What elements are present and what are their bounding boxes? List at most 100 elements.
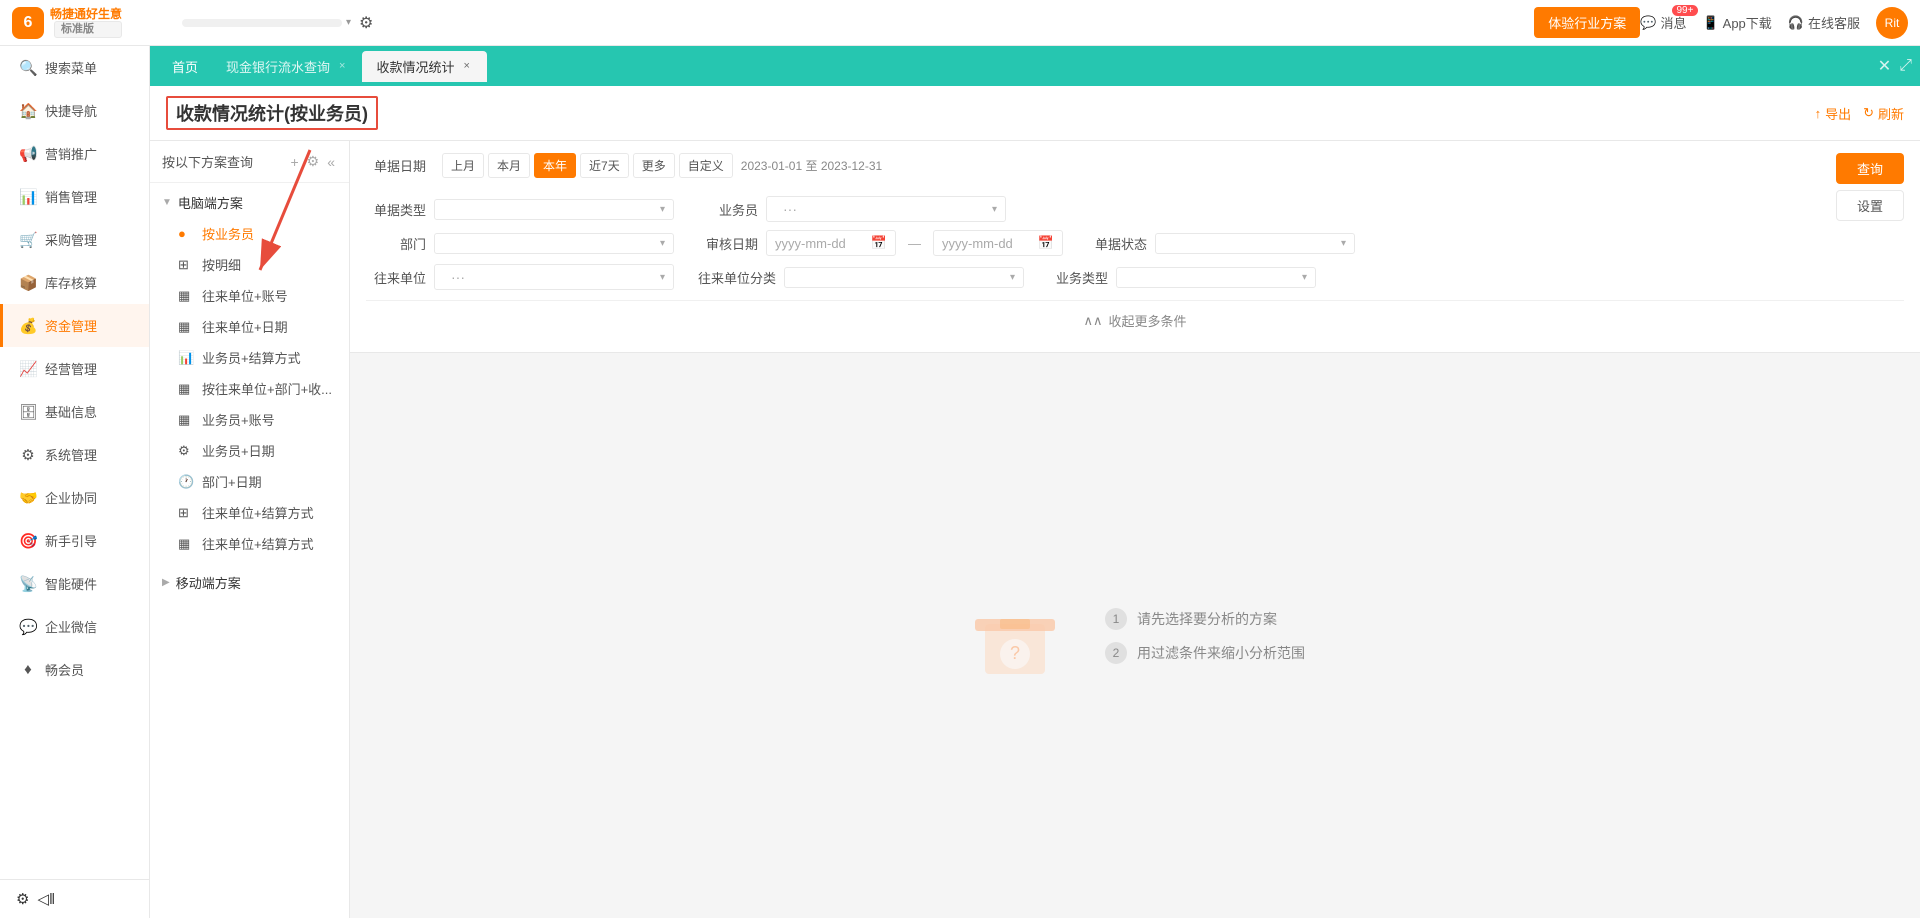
detail-scheme-icon: ⊞: [178, 257, 194, 273]
dept-select[interactable]: ▾: [434, 233, 674, 254]
sidebar-settings-icon[interactable]: ⚙: [16, 890, 29, 908]
scheme-item-unit-settle3[interactable]: ▦ 往来单位+结算方式: [150, 528, 349, 559]
sidebar-label-quick-nav: 快捷导航: [45, 101, 97, 120]
review-date-from-input[interactable]: yyyy-mm-dd 📅: [766, 230, 896, 256]
date-btn-7days[interactable]: 近7天: [580, 153, 629, 178]
messages-badge: 99+: [1672, 5, 1699, 16]
sidebar-item-system[interactable]: ⚙ 系统管理: [0, 433, 149, 476]
date-btn-more[interactable]: 更多: [633, 153, 675, 178]
scheme-item-unit-dept-collect[interactable]: ▦ 按往来单位+部门+收...: [150, 373, 349, 404]
sidebar-item-guide[interactable]: 🎯 新手引导: [0, 519, 149, 562]
scheme-item-unit-settle2[interactable]: ⊞ 往来单位+结算方式: [150, 497, 349, 528]
panel-add-icon[interactable]: +: [288, 152, 300, 172]
collapse-btn[interactable]: ∧∧ 收起更多条件: [366, 300, 1904, 340]
sidebar-label-search-menu: 搜索菜单: [45, 58, 97, 77]
date-btn-this-month[interactable]: 本月: [488, 153, 530, 178]
online-support-btn[interactable]: 🎧 在线客服: [1788, 13, 1860, 32]
scheme-item-unit-date[interactable]: ▦ 往来单位+日期: [150, 311, 349, 342]
export-btn[interactable]: ↑ 导出: [1815, 104, 1852, 123]
trial-button[interactable]: 体验行业方案: [1534, 7, 1640, 38]
edition-badge: 标准版: [54, 21, 122, 38]
scheme-item-salesperson-account[interactable]: ▦ 业务员+账号: [150, 404, 349, 435]
sidebar-item-smart-hw[interactable]: 📡 智能硬件: [0, 562, 149, 605]
tab-cash-flow[interactable]: 现金银行流水查询 ×: [212, 51, 362, 82]
tab-home[interactable]: 首页: [158, 51, 212, 82]
window-close-icon[interactable]: ✕: [1878, 56, 1891, 76]
scheme-item-unit-account[interactable]: ▦ 往来单位+账号: [150, 280, 349, 311]
scheme-item-dept-date[interactable]: 🕐 部门+日期: [150, 466, 349, 497]
window-maximize-icon[interactable]: ⤢: [1899, 57, 1912, 75]
step-2-number: 2: [1105, 642, 1127, 664]
date-btn-this-year[interactable]: 本年: [534, 153, 576, 178]
purchase-icon: 🛒: [19, 231, 37, 249]
settings-btn[interactable]: 设置: [1836, 190, 1904, 221]
date-btn-last-month[interactable]: 上月: [442, 153, 484, 178]
doc-status-select[interactable]: ▾: [1155, 233, 1355, 254]
sidebar-item-enterprise[interactable]: 🤝 企业协同: [0, 476, 149, 519]
breadcrumb-dropdown-icon[interactable]: ▾: [346, 17, 351, 28]
review-date-to-calendar-icon[interactable]: 📅: [1038, 235, 1054, 251]
biz-type-select[interactable]: ▾: [1116, 267, 1316, 288]
dept-cell: 部门 ▾: [366, 233, 674, 254]
scheme-item-salesperson-settle[interactable]: 📊 业务员+结算方式: [150, 342, 349, 373]
top-gear-btn[interactable]: ⚙: [355, 9, 377, 37]
date-range-display: 2023-01-01 至 2023-12-31: [741, 157, 882, 174]
query-btn[interactable]: 查询: [1836, 153, 1904, 184]
date-btn-custom[interactable]: 自定义: [679, 153, 733, 178]
salesperson-scheme-icon: ●: [178, 226, 194, 241]
review-date-to-input[interactable]: yyyy-mm-dd 📅: [933, 230, 1063, 256]
sidebar-item-operation[interactable]: 📈 经营管理: [0, 347, 149, 390]
review-date-from-calendar-icon[interactable]: 📅: [871, 235, 887, 251]
sidebar-item-wechat[interactable]: 💬 企业微信: [0, 605, 149, 648]
dept-date-icon: 🕐: [178, 474, 194, 490]
partner-category-select[interactable]: ▾: [784, 267, 1024, 288]
salesperson-more-icon[interactable]: ···: [783, 201, 797, 217]
sidebar-item-finance[interactable]: 💰 资金管理: [0, 304, 149, 347]
scheme-item-by-salesperson[interactable]: ● 按业务员: [150, 218, 349, 249]
top-bar: 6 畅捷通好生意 标准版 ▾ ⚙ 体验行业方案 💬 消息 99+ 📱 App下载…: [0, 0, 1920, 46]
scheme-group-desktop-title[interactable]: ▼ 电脑端方案: [150, 187, 349, 218]
scheme-item-salesperson-date[interactable]: ⚙ 业务员+日期: [150, 435, 349, 466]
panel-settings-icon[interactable]: ⚙: [305, 151, 322, 172]
sidebar-label-system: 系统管理: [45, 445, 97, 464]
brand-name: 畅捷通好生意: [50, 7, 122, 21]
sidebar-item-quick-nav[interactable]: 🏠 快捷导航: [0, 89, 149, 132]
user-avatar[interactable]: Rit: [1876, 7, 1908, 39]
salesperson-select[interactable]: ··· ▾: [766, 196, 1006, 222]
unit-account-label: 往来单位+账号: [202, 286, 288, 305]
tab-collection[interactable]: 收款情况统计 ×: [362, 51, 486, 82]
inventory-icon: 📦: [19, 274, 37, 292]
review-date-dash: —: [904, 236, 925, 251]
tab-bar: 首页 现金银行流水查询 × 收款情况统计 × ✕ ⤢: [150, 46, 1920, 86]
scheme-item-by-detail[interactable]: ⊞ 按明细: [150, 249, 349, 280]
sidebar-item-inventory[interactable]: 📦 库存核算: [0, 261, 149, 304]
review-date-cell: 审核日期 yyyy-mm-dd 📅 — yyyy-mm-dd 📅: [698, 230, 1063, 256]
sidebar-item-purchase[interactable]: 🛒 采购管理: [0, 218, 149, 261]
app-download-btn[interactable]: 📱 App下载: [1702, 13, 1771, 32]
biz-type-cell: 业务类型 ▾: [1048, 267, 1316, 288]
app-logo: 6: [12, 7, 44, 39]
salesperson-settle-icon: 📊: [178, 350, 194, 366]
sidebar-item-search-menu[interactable]: 🔍 搜索菜单: [0, 46, 149, 89]
biz-type-label: 业务类型: [1048, 268, 1108, 287]
detail-scheme-label: 按明细: [202, 255, 241, 274]
panel-collapse-icon[interactable]: «: [325, 152, 337, 172]
tab-cash-flow-close-icon[interactable]: ×: [336, 59, 348, 73]
partner-select[interactable]: ··· ▾: [434, 264, 674, 290]
doc-type-salesperson-row: 单据类型 ▾ 业务员: [366, 196, 1820, 222]
tab-cash-flow-label: 现金银行流水查询: [226, 57, 330, 76]
refresh-btn[interactable]: ↻ 刷新: [1863, 104, 1904, 123]
scheme-group-mobile-title[interactable]: ▶ 移动端方案: [150, 567, 349, 598]
messages-btn[interactable]: 💬 消息 99+: [1640, 13, 1686, 32]
sidebar-item-member[interactable]: ♦ 畅会员: [0, 648, 149, 691]
sidebar-item-marketing[interactable]: 📢 营销推广: [0, 132, 149, 175]
sidebar-item-basic-info[interactable]: 🗄 基础信息: [0, 390, 149, 433]
doc-type-select[interactable]: ▾: [434, 199, 674, 220]
tab-collection-close-icon[interactable]: ×: [460, 59, 472, 73]
salesperson-date-label: 业务员+日期: [202, 441, 275, 460]
empty-step-1: 1 请先选择要分析的方案: [1105, 608, 1305, 630]
empty-content: ? 1 请先选择要分析的方案 2 用过滤条件来缩小分析范围: [965, 584, 1305, 687]
sidebar-item-sales[interactable]: 📊 销售管理: [0, 175, 149, 218]
partner-more-icon[interactable]: ···: [451, 269, 465, 285]
sidebar-collapse-icon[interactable]: ◁‖: [37, 890, 55, 908]
